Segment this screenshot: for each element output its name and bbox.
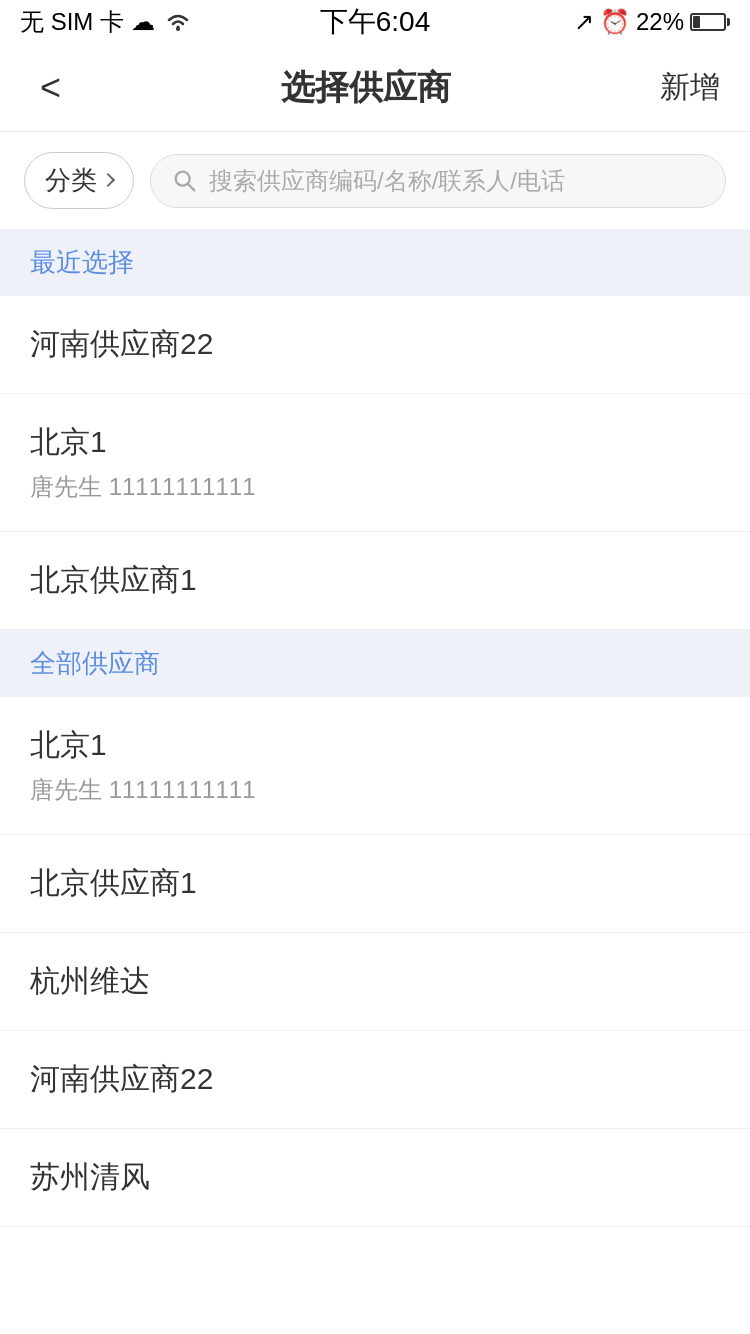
search-placeholder: 搜索供应商编码/名称/联系人/电话 — [209, 165, 565, 197]
list-item[interactable]: 北京1 唐先生 11111111111 — [0, 394, 750, 532]
list-item[interactable]: 北京1 唐先生 11111111111 — [0, 697, 750, 835]
all-list: 北京1 唐先生 11111111111 北京供应商1 杭州维达 河南供应商22 … — [0, 697, 750, 1227]
location-icon: ↗ — [574, 8, 594, 36]
chevron-right-icon — [101, 172, 115, 186]
svg-line-2 — [188, 183, 194, 189]
list-item[interactable]: 杭州维达 — [0, 933, 750, 1031]
all-section-header: 全部供应商 — [0, 630, 750, 697]
battery-percent: 22% — [636, 8, 684, 36]
no-sim-label: 无 SIM 卡 ☁ — [20, 6, 155, 38]
item-name: 北京1 — [30, 725, 720, 766]
recent-list: 河南供应商22 北京1 唐先生 11111111111 北京供应商1 — [0, 296, 750, 630]
filter-bar: 分类 搜索供应商编码/名称/联系人/电话 — [0, 132, 750, 229]
page-title: 选择供应商 — [281, 65, 451, 111]
status-time: 下午6:04 — [320, 3, 431, 41]
nav-bar: < 选择供应商 新增 — [0, 44, 750, 132]
list-item[interactable]: 河南供应商22 — [0, 1031, 750, 1129]
status-bar: 无 SIM 卡 ☁ 下午6:04 ↗ ⏰ 22% — [0, 0, 750, 44]
alarm-icon: ⏰ — [600, 8, 630, 36]
list-item[interactable]: 北京供应商1 — [0, 532, 750, 630]
item-name: 苏州清风 — [30, 1157, 720, 1198]
wifi-icon — [163, 11, 193, 33]
item-name: 杭州维达 — [30, 961, 720, 1002]
item-name: 北京供应商1 — [30, 863, 720, 904]
all-label: 全部供应商 — [30, 648, 160, 678]
list-item[interactable]: 苏州清风 — [0, 1129, 750, 1227]
status-right: ↗ ⏰ 22% — [574, 8, 730, 36]
add-button[interactable]: 新增 — [660, 67, 720, 108]
battery-icon — [690, 13, 730, 31]
recent-label: 最近选择 — [30, 247, 134, 277]
item-sub: 唐先生 11111111111 — [30, 774, 720, 806]
status-left: 无 SIM 卡 ☁ — [20, 6, 193, 38]
item-name: 河南供应商22 — [30, 1059, 720, 1100]
category-button[interactable]: 分类 — [24, 152, 134, 209]
list-item[interactable]: 河南供应商22 — [0, 296, 750, 394]
svg-point-0 — [176, 27, 180, 31]
item-name: 北京供应商1 — [30, 560, 720, 601]
search-icon — [171, 167, 199, 195]
item-sub: 唐先生 11111111111 — [30, 471, 720, 503]
back-button[interactable]: < — [30, 57, 71, 119]
recent-section-header: 最近选择 — [0, 229, 750, 296]
item-name: 河南供应商22 — [30, 324, 720, 365]
search-box[interactable]: 搜索供应商编码/名称/联系人/电话 — [150, 154, 726, 208]
item-name: 北京1 — [30, 422, 720, 463]
list-item[interactable]: 北京供应商1 — [0, 835, 750, 933]
category-label: 分类 — [45, 163, 97, 198]
